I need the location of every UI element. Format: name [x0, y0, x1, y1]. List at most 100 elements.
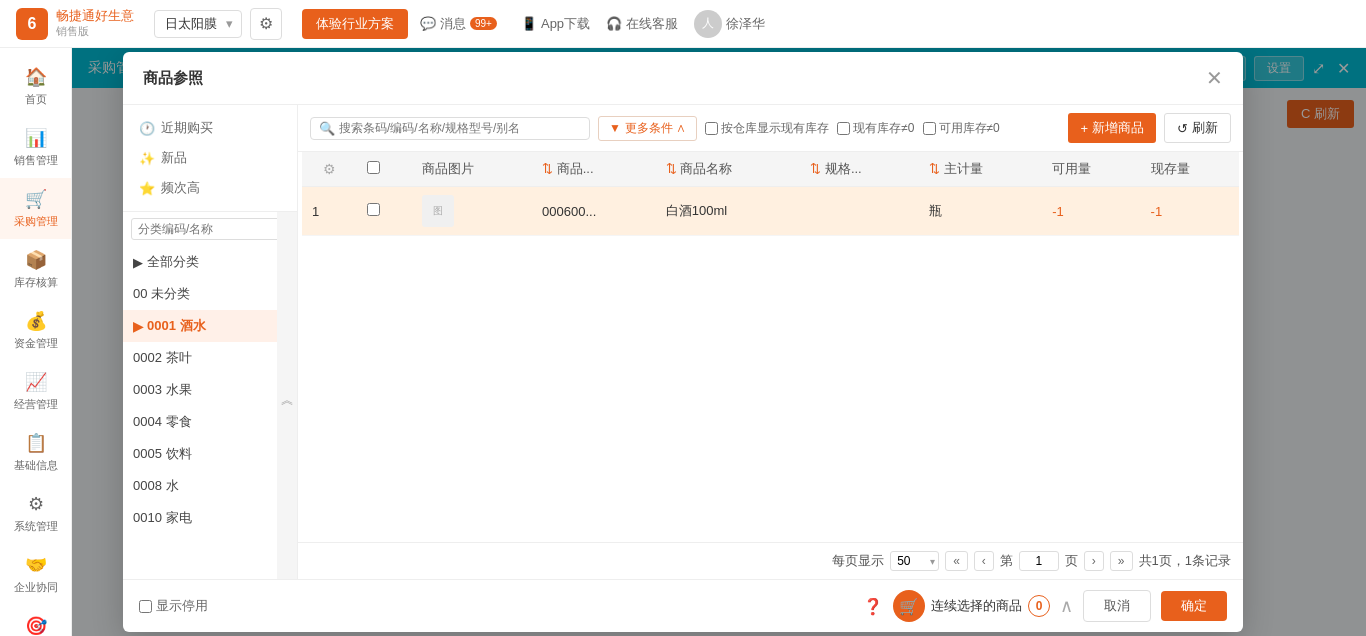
app-logo: 6 畅捷通好生意 销售版 [16, 8, 134, 40]
category-all[interactable]: ▶ 全部分类 [123, 246, 277, 278]
logo-sub: 销售版 [56, 24, 134, 39]
inventory-icon: 📦 [25, 249, 47, 271]
refresh-table-btn[interactable]: ↺ 刷新 [1164, 113, 1231, 143]
usable-stock-label: 可用库存≠0 [939, 120, 1000, 137]
col-gear-icon[interactable]: ⚙ [323, 161, 336, 177]
row-available: -1 [1042, 187, 1140, 236]
modal-close-btn[interactable]: ✕ [1206, 66, 1223, 90]
sidebar-item-basic[interactable]: 📋 基础信息 [0, 422, 71, 483]
cart-collapse-btn[interactable]: ∧ [1060, 595, 1073, 617]
page-next-btn[interactable]: › [1084, 551, 1104, 571]
tab-frequent[interactable]: ⭐ 频次高 [131, 173, 289, 203]
gear-icon: ⚙ [259, 14, 273, 33]
category-0005[interactable]: 0005 饮料 [123, 438, 277, 470]
total-info: 共1页，1条记录 [1139, 552, 1231, 570]
product-table-wrapper: ⚙ 商品图片 ⇅ 商品... [298, 152, 1243, 542]
messages-label: 消息 [440, 15, 466, 33]
app-download-nav[interactable]: 📱 App下载 [521, 15, 590, 33]
category-all-label: 全部分类 [147, 253, 199, 271]
cancel-btn[interactable]: 取消 [1083, 590, 1151, 622]
col-name-header[interactable]: ⇅ 商品名称 [656, 152, 800, 187]
footer-right: ❓ 🛒 连续选择的商品 0 ∧ 取消 确定 [863, 590, 1227, 622]
collab-icon: 🤝 [25, 554, 47, 576]
row-checkbox[interactable] [367, 203, 380, 216]
plus-icon: + [1080, 121, 1088, 136]
category-0008[interactable]: 0008 水 [123, 470, 277, 502]
brand-dropdown[interactable]: 日太阳膜 [154, 10, 242, 38]
trial-button[interactable]: 体验行业方案 [302, 9, 408, 39]
help-icon[interactable]: ❓ [863, 597, 883, 616]
sort-arrows-code: ⇅ [542, 161, 553, 176]
usable-stock-checkbox[interactable] [923, 122, 936, 135]
online-service-nav[interactable]: 🎧 在线客服 [606, 15, 678, 33]
select-all-checkbox[interactable] [367, 161, 380, 174]
cart-label: 连续选择的商品 [931, 597, 1022, 615]
sidebar-item-finance[interactable]: 💰 资金管理 [0, 300, 71, 361]
table-row[interactable]: 1 图 000600... 白酒100ml [302, 187, 1239, 236]
add-product-label: 新增商品 [1092, 119, 1144, 137]
row-check[interactable] [357, 187, 412, 236]
nonzero-stock-checkbox[interactable] [837, 122, 850, 135]
category-search-input[interactable] [131, 218, 277, 240]
per-page-select[interactable]: 10 20 50 100 [890, 551, 939, 571]
guide-icon: 🎯 [25, 615, 47, 636]
messages-badge: 99+ [470, 17, 497, 30]
page-num-input[interactable] [1019, 551, 1059, 571]
warehouse-stock-check[interactable]: 按仓库显示现有库存 [705, 120, 829, 137]
message-icon: 💬 [420, 16, 436, 31]
confirm-btn[interactable]: 确定 [1161, 591, 1227, 621]
sidebar-label-sales: 销售管理 [14, 153, 58, 168]
page-last-btn[interactable]: » [1110, 551, 1133, 571]
messages-nav[interactable]: 💬 消息 99+ [420, 15, 497, 33]
settings-btn[interactable]: ⚙ [250, 8, 282, 40]
sidebar-item-inventory[interactable]: 📦 库存核算 [0, 239, 71, 300]
col-check-header [357, 152, 412, 187]
headset-icon: 🎧 [606, 16, 622, 31]
system-icon: ⚙ [28, 493, 44, 515]
product-search-input[interactable] [339, 121, 581, 135]
col-code-header[interactable]: ⇅ 商品... [532, 152, 656, 187]
category-00[interactable]: 00 未分类 [123, 278, 277, 310]
sidebar-item-collab[interactable]: 🤝 企业协同 [0, 544, 71, 605]
page-prev-btn[interactable]: ‹ [974, 551, 994, 571]
sidebar-item-sales[interactable]: 📊 销售管理 [0, 117, 71, 178]
user-nav[interactable]: 人 徐泽华 [694, 10, 765, 38]
col-unit-header[interactable]: ⇅ 主计量 [919, 152, 1042, 187]
tab-new-label: 新品 [161, 149, 187, 167]
category-0004[interactable]: 0004 零食 [123, 406, 277, 438]
add-product-btn[interactable]: + 新增商品 [1068, 113, 1156, 143]
col-spec-header[interactable]: ⇅ 规格... [800, 152, 919, 187]
table-toolbar: 🔍 ▼ 更多条件 ∧ 按仓库显示现有库存 [298, 105, 1243, 152]
usable-stock-check[interactable]: 可用库存≠0 [923, 120, 1000, 137]
sidebar-item-purchase[interactable]: 🛒 采购管理 [0, 178, 71, 239]
cart-btn[interactable]: 🛒 [893, 590, 925, 622]
left-panel-inner: 🔍 ▶ 全部分类 00 未分类 ▶ [123, 212, 297, 579]
per-page-wrap: 10 20 50 100 [890, 551, 939, 571]
sidebar-item-home[interactable]: 🏠 首页 [0, 56, 71, 117]
clock-icon: 🕐 [139, 121, 155, 136]
collapse-panel-btn[interactable]: 《 [277, 212, 297, 579]
warehouse-stock-checkbox[interactable] [705, 122, 718, 135]
sidebar-label-inventory: 库存核算 [14, 275, 58, 290]
col-stock-header: 现存量 [1141, 152, 1239, 187]
show-disabled-label[interactable]: 显示停用 [139, 597, 208, 615]
brand-name: 日太阳膜 [165, 15, 217, 33]
category-search-row: 🔍 [123, 212, 277, 246]
nonzero-stock-check[interactable]: 现有库存≠0 [837, 120, 914, 137]
main-content: 采购管理 查询 设置 ⤢ ✕ C 刷新 商品参照 ✕ [72, 48, 1366, 636]
category-0002[interactable]: 0002 茶叶 [123, 342, 277, 374]
page-first-btn[interactable]: « [945, 551, 968, 571]
more-filter-btn[interactable]: ▼ 更多条件 ∧ [598, 116, 697, 141]
sidebar-item-system[interactable]: ⚙ 系统管理 [0, 483, 71, 544]
tab-recent[interactable]: 🕐 近期购买 [131, 113, 289, 143]
left-panel: 🕐 近期购买 ✨ 新品 ⭐ 频次高 [123, 105, 298, 579]
sidebar-item-guide[interactable]: 🎯 新手引导 [0, 605, 71, 636]
show-disabled-checkbox[interactable] [139, 600, 152, 613]
cart-count: 0 [1028, 595, 1050, 617]
category-0003[interactable]: 0003 水果 [123, 374, 277, 406]
tab-new[interactable]: ✨ 新品 [131, 143, 289, 173]
category-0010[interactable]: 0010 家电 [123, 502, 277, 534]
sidebar-item-business[interactable]: 📈 经营管理 [0, 361, 71, 422]
sort-arrows-name: ⇅ [666, 161, 677, 176]
category-0001[interactable]: ▶ 0001 酒水 [123, 310, 277, 342]
